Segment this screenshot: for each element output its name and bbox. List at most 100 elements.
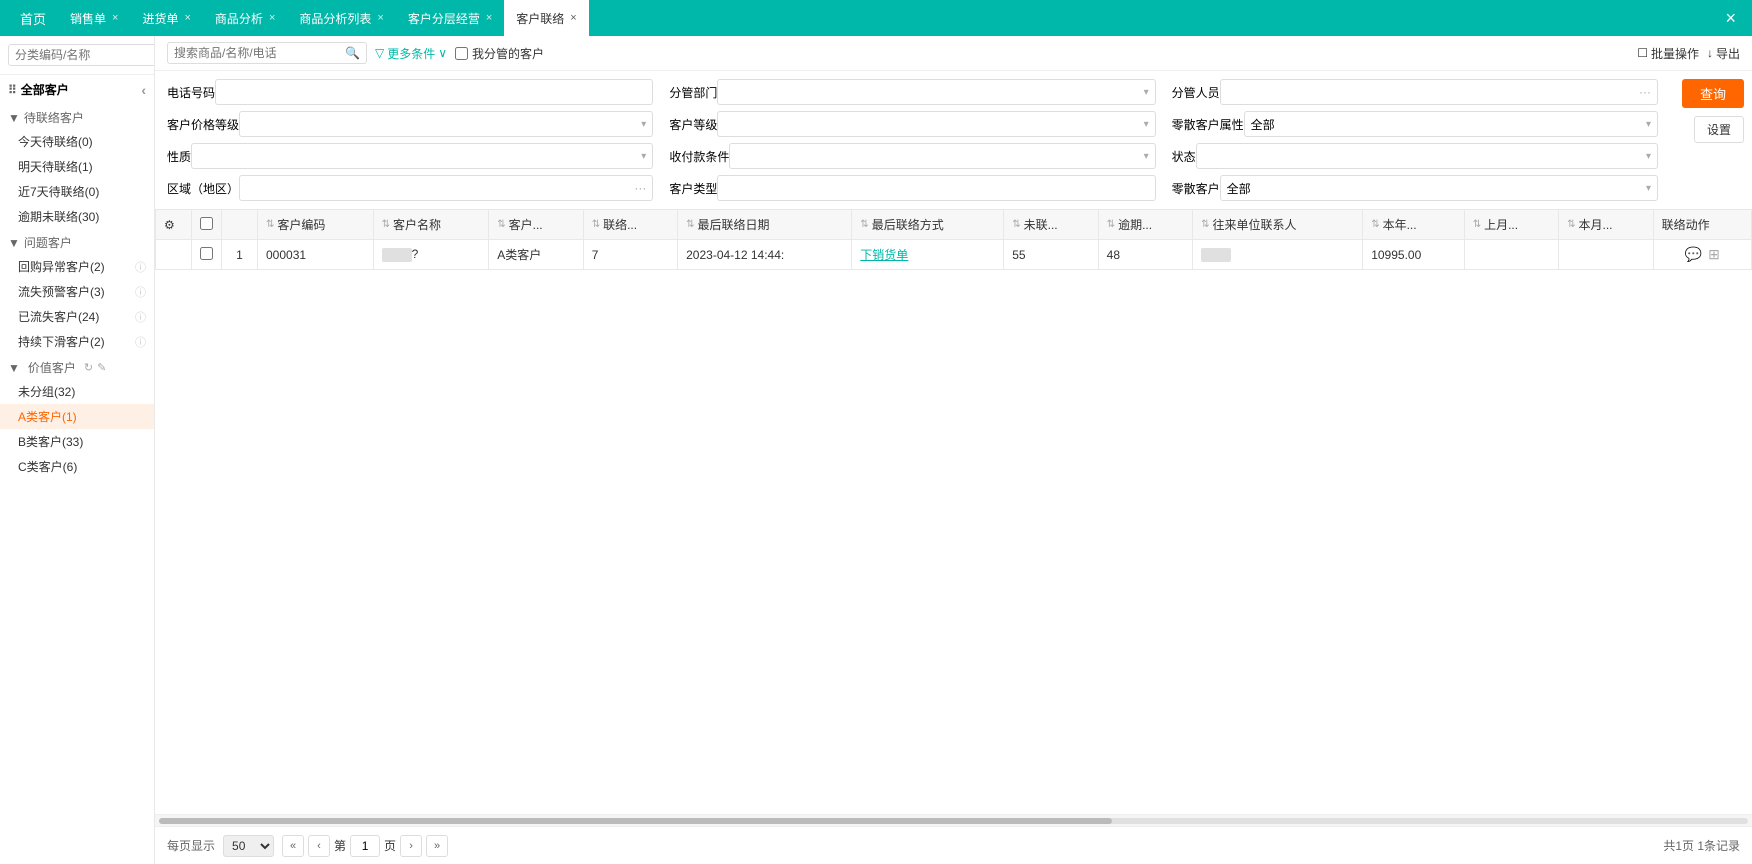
nav-tab-purchase[interactable]: 进货单 ×	[130, 0, 202, 36]
region-input[interactable]: ···	[239, 175, 653, 201]
sidebar-item-a-class[interactable]: A类客户(1)	[0, 404, 154, 429]
nav-tab-salesorder[interactable]: 销售单 ×	[58, 0, 130, 36]
content-area: 🔍 ▽ 更多条件 ∨ 我分管的客户 ☐ 批量操作 ↓ 导出	[155, 36, 1752, 864]
next-page-button[interactable]: ›	[400, 835, 422, 857]
customer-type-input[interactable]	[717, 175, 1155, 201]
close-purchase-icon[interactable]: ×	[184, 12, 190, 24]
chat-icon[interactable]: 💬	[1685, 246, 1702, 263]
sidebar-item-declining[interactable]: 持续下滑客户(2) ⓘ	[0, 329, 154, 354]
payment-label: 收付款条件	[669, 148, 729, 165]
nav-tab-customer-contact[interactable]: 客户联络 ×	[504, 0, 588, 36]
row-num: 1	[222, 240, 258, 270]
status-select[interactable]: ▾	[1196, 143, 1658, 169]
sort-icon-2: ⇅	[382, 219, 390, 230]
sidebar-group-value[interactable]: ▼ 价值客户 ↻ ✎	[0, 354, 154, 379]
price-grade-select[interactable]: ▾	[239, 111, 653, 137]
my-customers-checkbox[interactable]: 我分管的客户	[455, 45, 544, 62]
select-all-checkbox[interactable]	[200, 217, 213, 230]
name-placeholder	[382, 248, 412, 262]
sidebar-item-unclassified[interactable]: 未分组(32)	[0, 379, 154, 404]
sidebar-item-churned[interactable]: 已流失客户(24) ⓘ	[0, 304, 154, 329]
last-method-link[interactable]: 下销货单	[860, 248, 908, 262]
info-icon-1: ⓘ	[135, 259, 146, 275]
edit-icon[interactable]: ✎	[97, 361, 106, 374]
query-button[interactable]: 查询	[1682, 79, 1744, 108]
region-dots-icon[interactable]: ···	[634, 181, 646, 195]
row-this-year: 10995.00	[1363, 240, 1464, 270]
per-page-select[interactable]: 50 20 100	[223, 835, 274, 857]
collapse-icon[interactable]: ‹	[141, 82, 146, 98]
qr-icon[interactable]: ⊞	[1708, 246, 1720, 263]
my-customers-check-input[interactable]	[455, 47, 468, 60]
retail-attr-select[interactable]: 全部 ▾	[1244, 111, 1658, 137]
sidebar-item-tomorrow[interactable]: 明天待联络(1)	[0, 154, 154, 179]
horizontal-scrollbar[interactable]	[155, 814, 1752, 826]
search-input[interactable]	[174, 46, 345, 60]
nav-tab-analysis[interactable]: 商品分析 ×	[203, 0, 287, 36]
col-lastmethod-header: ⇅ 最后联络方式	[852, 210, 1004, 240]
last-page-button[interactable]: »	[426, 835, 448, 857]
sidebar-item-churn-warning[interactable]: 流失预警客户(3) ⓘ	[0, 279, 154, 304]
col-action-header: 联络动作	[1653, 210, 1751, 240]
retail-customer-select[interactable]: 全部 ▾	[1220, 175, 1658, 201]
sort-icon-12: ⇅	[1567, 219, 1575, 230]
export-button[interactable]: ↓ 导出	[1707, 45, 1740, 62]
retail-customer-arrow-icon: ▾	[1646, 183, 1651, 194]
manager-dots-icon[interactable]: ···	[1639, 85, 1651, 99]
close-all-icon[interactable]: ×	[1717, 8, 1744, 29]
close-analysis-list-icon[interactable]: ×	[377, 12, 383, 24]
payment-select[interactable]: ▾	[729, 143, 1155, 169]
sidebar-item-repurchase-abnormal[interactable]: 回购异常客户(2) ⓘ	[0, 254, 154, 279]
close-contact-icon[interactable]: ×	[570, 12, 576, 24]
customer-grade-label: 客户等级	[669, 116, 717, 133]
payment-arrow-icon: ▾	[1144, 151, 1149, 162]
sidebar-all-customers-header[interactable]: ⠿ 全部客户 ‹	[0, 75, 154, 104]
close-segment-icon[interactable]: ×	[486, 12, 492, 24]
sidebar-item-c-class[interactable]: C类客户(6)	[0, 454, 154, 479]
customer-grade-select[interactable]: ▾	[717, 111, 1155, 137]
triangle-icon-2: ▼	[8, 236, 20, 250]
nav-tab-analysis-list[interactable]: 商品分析列表 ×	[287, 0, 395, 36]
export-icon: ↓	[1707, 46, 1713, 60]
price-grade-arrow-icon: ▾	[641, 119, 646, 130]
nature-select[interactable]: ▾	[191, 143, 653, 169]
sidebar-item-today[interactable]: 今天待联络(0)	[0, 129, 154, 154]
main-layout: 🔍 ⠿ 全部客户 ‹ ▼ 待联络客户 今天待联络(0) 明天待联络(1) 近7天…	[0, 36, 1752, 864]
sidebar-item-7days[interactable]: 近7天待联络(0)	[0, 179, 154, 204]
filter-customer-grade: 客户等级 ▾	[669, 111, 1171, 137]
phone-input[interactable]	[215, 79, 653, 105]
dept-select[interactable]: ▾	[717, 79, 1155, 105]
manager-input[interactable]: ···	[1220, 79, 1658, 105]
action-icons: 💬 ⊞	[1662, 246, 1743, 263]
row-last-date: 2023-04-12 14:44:	[678, 240, 852, 270]
settings-button[interactable]: 设置	[1694, 116, 1744, 143]
batch-op-button[interactable]: ☐ 批量操作	[1637, 45, 1699, 62]
sidebar-item-b-class[interactable]: B类客户(33)	[0, 429, 154, 454]
refresh-icon[interactable]: ↻	[84, 361, 93, 374]
first-page-button[interactable]: «	[282, 835, 304, 857]
status-label: 状态	[1172, 148, 1196, 165]
search-icon-main[interactable]: 🔍	[345, 46, 360, 60]
close-salesorder-icon[interactable]: ×	[112, 12, 118, 24]
nav-home[interactable]: 首页	[8, 0, 58, 36]
sort-icon-6: ⇅	[860, 219, 868, 230]
filter-bar: 🔍 ▽ 更多条件 ∨ 我分管的客户 ☐ 批量操作 ↓ 导出	[155, 36, 1752, 71]
sidebar-group-problem[interactable]: ▼ 问题客户	[0, 229, 154, 254]
sidebar-search-input[interactable]	[8, 44, 155, 66]
more-filters-button[interactable]: ▽ 更多条件 ∨	[375, 45, 447, 62]
sidebar-group-pending[interactable]: ▼ 待联络客户	[0, 104, 154, 129]
scroll-thumb[interactable]	[159, 818, 1112, 824]
row-contact-count: 7	[583, 240, 677, 270]
row-checkbox[interactable]	[200, 247, 213, 260]
col-code-header: ⇅ 客户编码	[258, 210, 374, 240]
sort-icon-10: ⇅	[1371, 219, 1379, 230]
settings-gear-icon[interactable]: ⚙	[164, 218, 175, 232]
triangle-icon-3: ▼	[8, 361, 20, 375]
row-overdue: 48	[1098, 240, 1192, 270]
close-analysis-icon[interactable]: ×	[269, 12, 275, 24]
prev-page-button[interactable]: ‹	[308, 835, 330, 857]
nav-tab-customer-segment[interactable]: 客户分层经营 ×	[396, 0, 504, 36]
dept-label: 分管部门	[669, 84, 717, 101]
sidebar-item-overdue[interactable]: 逾期未联络(30)	[0, 204, 154, 229]
page-input[interactable]	[350, 835, 380, 857]
